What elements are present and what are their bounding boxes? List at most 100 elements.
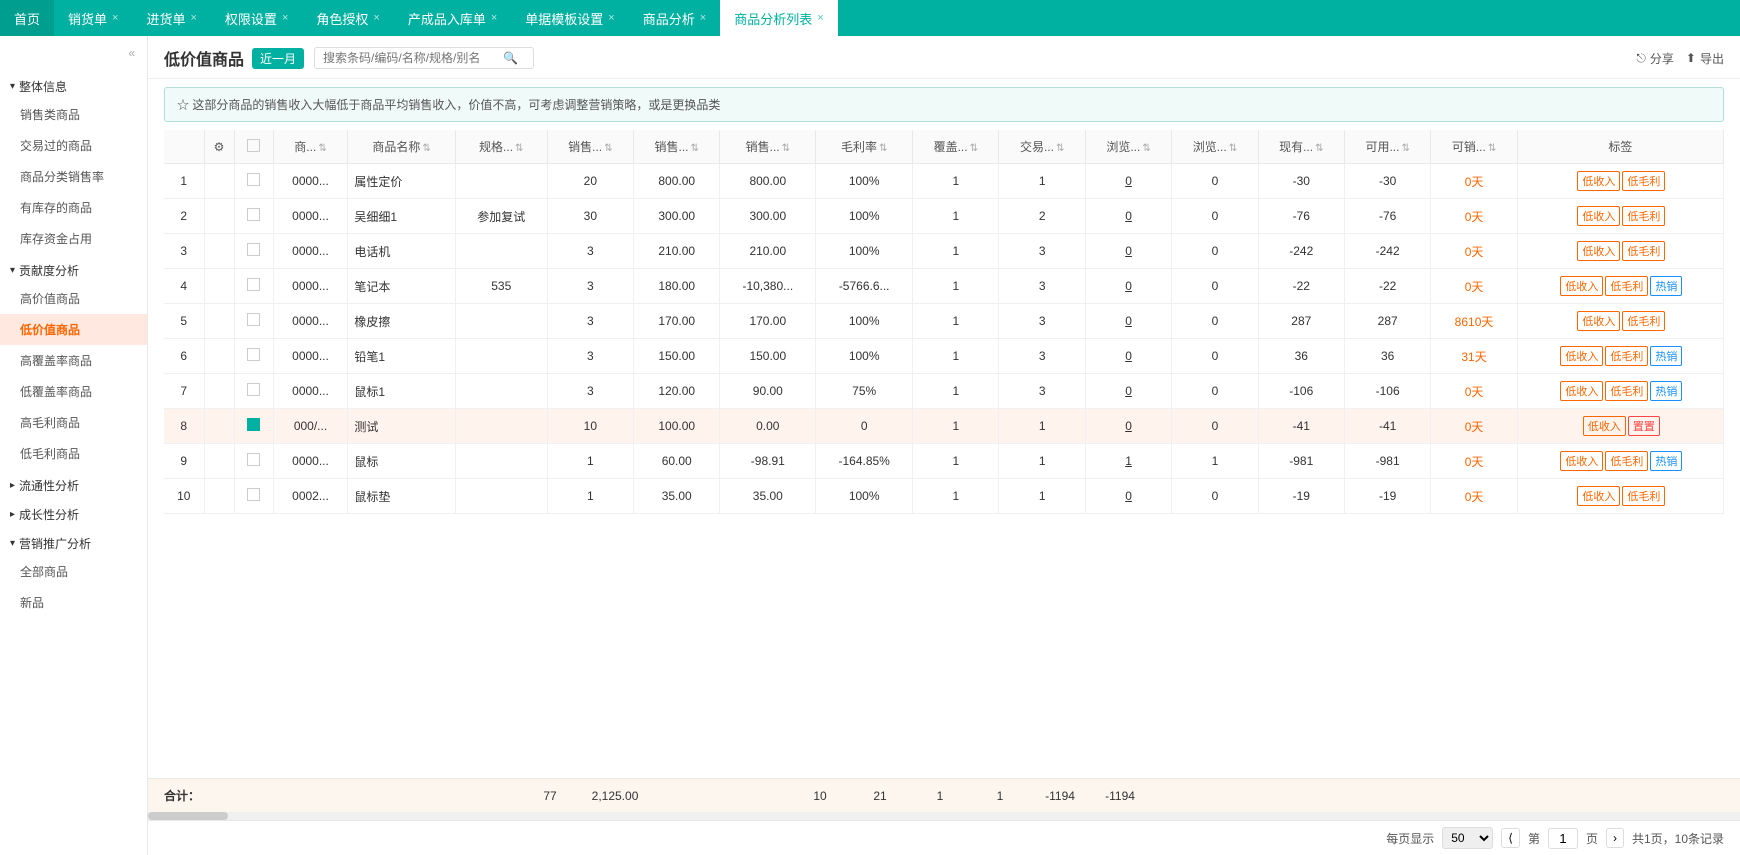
- row-checkbox[interactable]: [247, 418, 260, 431]
- sidebar-item-high-margin[interactable]: 高毛利商品: [0, 407, 147, 438]
- sidebar-collapse-btn[interactable]: «: [124, 42, 139, 64]
- nav-product-analysis[interactable]: 商品分析 ×: [629, 0, 720, 36]
- close-icon[interactable]: ×: [112, 12, 118, 24]
- cell-browse1[interactable]: 0: [1085, 409, 1171, 444]
- row-checkbox[interactable]: [247, 208, 260, 221]
- search-icon[interactable]: 🔍: [503, 51, 518, 65]
- row-checkbox[interactable]: [247, 313, 260, 326]
- sidebar-item-sales-goods[interactable]: 销售类商品: [0, 99, 147, 130]
- sidebar-group-marketing[interactable]: ▾ 营销推广分析: [0, 527, 147, 556]
- th-sales-amount[interactable]: 销售...⇅: [720, 130, 816, 164]
- sidebar-group-contribution[interactable]: ▾ 贡献度分析: [0, 254, 147, 283]
- cell-checkbox[interactable]: [234, 339, 273, 374]
- cell-browse1[interactable]: 0: [1085, 339, 1171, 374]
- sidebar-item-new-goods[interactable]: 新品: [0, 587, 147, 618]
- cell-checkbox[interactable]: [234, 479, 273, 514]
- cell-checkbox[interactable]: [234, 164, 273, 199]
- row-checkbox[interactable]: [247, 278, 260, 291]
- nav-template-settings[interactable]: 单据模板设置 ×: [511, 0, 628, 36]
- sidebar-item-low-margin[interactable]: 低毛利商品: [0, 438, 147, 469]
- th-current[interactable]: 现有...⇅: [1258, 130, 1344, 164]
- nav-purchase[interactable]: 进货单 ×: [132, 0, 210, 36]
- cell-browse1[interactable]: 0: [1085, 479, 1171, 514]
- cell-browse1[interactable]: 0: [1085, 234, 1171, 269]
- export-button[interactable]: ⬆ 导出: [1686, 50, 1724, 67]
- cell-checkbox[interactable]: [234, 409, 273, 444]
- cell-checkbox[interactable]: [234, 374, 273, 409]
- row-checkbox[interactable]: [247, 383, 260, 396]
- sidebar-item-high-value[interactable]: 高价值商品: [0, 283, 147, 314]
- next-page-btn[interactable]: ›: [1606, 828, 1624, 848]
- th-sellable[interactable]: 可销...⇅: [1431, 130, 1517, 164]
- cell-browse1[interactable]: 0: [1085, 199, 1171, 234]
- cell-checkbox[interactable]: [234, 269, 273, 304]
- close-icon[interactable]: ×: [190, 12, 196, 24]
- scrollbar-thumb[interactable]: [148, 812, 228, 820]
- sidebar-group-overall[interactable]: ▾ 整体信息: [0, 70, 147, 99]
- th-name[interactable]: 商品名称⇅: [348, 130, 455, 164]
- sidebar-item-traded-goods[interactable]: 交易过的商品: [0, 130, 147, 161]
- nav-product-analysis-list[interactable]: 商品分析列表 ×: [720, 0, 837, 36]
- th-code[interactable]: 商...⇅: [273, 130, 348, 164]
- sidebar-item-stock-capital[interactable]: 库存资金占用: [0, 223, 147, 254]
- th-available[interactable]: 可用...⇅: [1344, 130, 1430, 164]
- sidebar-item-high-coverage[interactable]: 高覆盖率商品: [0, 345, 147, 376]
- first-page-btn[interactable]: ⟨: [1501, 828, 1520, 848]
- sidebar-item-all-goods[interactable]: 全部商品: [0, 556, 147, 587]
- sidebar-group-liquidity[interactable]: ▸ 流通性分析: [0, 469, 147, 498]
- row-checkbox[interactable]: [247, 243, 260, 256]
- filter-tag-month[interactable]: 近一月: [252, 48, 304, 69]
- th-spec[interactable]: 规格...⇅: [455, 130, 547, 164]
- cell-browse1[interactable]: 1: [1085, 444, 1171, 479]
- th-coverage[interactable]: 覆盖...⇅: [913, 130, 999, 164]
- cell-num: 1: [164, 164, 204, 199]
- nav-home[interactable]: 首页: [0, 0, 54, 36]
- search-input[interactable]: [323, 51, 503, 65]
- cell-transaction: 3: [999, 304, 1085, 339]
- horizontal-scrollbar[interactable]: [148, 812, 1740, 820]
- row-checkbox[interactable]: [247, 173, 260, 186]
- close-icon[interactable]: ×: [373, 12, 379, 24]
- sidebar-group-growth[interactable]: ▸ 成长性分析: [0, 498, 147, 527]
- nav-role-auth[interactable]: 角色授权 ×: [302, 0, 393, 36]
- select-all-checkbox[interactable]: [247, 139, 260, 152]
- nav-permission[interactable]: 权限设置 ×: [211, 0, 302, 36]
- row-checkbox[interactable]: [247, 488, 260, 501]
- th-browse1[interactable]: 浏览...⇅: [1085, 130, 1171, 164]
- close-icon[interactable]: ×: [608, 12, 614, 24]
- close-icon[interactable]: ×: [282, 12, 288, 24]
- sidebar-item-category-rate[interactable]: 商品分类销售率: [0, 161, 147, 192]
- close-icon[interactable]: ×: [700, 12, 706, 24]
- cell-browse1[interactable]: 0: [1085, 269, 1171, 304]
- cell-browse1[interactable]: 0: [1085, 304, 1171, 339]
- sidebar-item-stock-goods[interactable]: 有库存的商品: [0, 192, 147, 223]
- th-transaction[interactable]: 交易...⇅: [999, 130, 1085, 164]
- page-input[interactable]: [1548, 828, 1578, 849]
- cell-code: 0000...: [273, 304, 348, 339]
- cell-coverage: 1: [913, 374, 999, 409]
- share-button[interactable]: ⎋ 分享: [1636, 50, 1674, 67]
- table-row: 8000/...测试10100.000.0001100-41-410天低收入置置: [164, 409, 1724, 444]
- close-icon[interactable]: ×: [491, 12, 497, 24]
- th-sales-qty[interactable]: 销售...⇅: [547, 130, 633, 164]
- page-size-select[interactable]: 50 100: [1442, 827, 1493, 849]
- row-checkbox[interactable]: [247, 453, 260, 466]
- th-sales-price[interactable]: 销售...⇅: [634, 130, 720, 164]
- th-margin[interactable]: 毛利率⇅: [816, 130, 913, 164]
- cell-checkbox[interactable]: [234, 234, 273, 269]
- cell-checkbox[interactable]: [234, 199, 273, 234]
- gear-icon[interactable]: ⚙: [214, 140, 225, 154]
- th-browse2[interactable]: 浏览...⇅: [1172, 130, 1258, 164]
- sidebar-item-low-coverage[interactable]: 低覆盖率商品: [0, 376, 147, 407]
- cell-browse1[interactable]: 0: [1085, 374, 1171, 409]
- table-wrap: ⚙ 商...⇅ 商品名称⇅ 规格...⇅ 销售...⇅ 销售...⇅ 销售...…: [148, 130, 1740, 778]
- cell-browse1[interactable]: 0: [1085, 164, 1171, 199]
- row-checkbox[interactable]: [247, 348, 260, 361]
- cell-transaction: 1: [999, 409, 1085, 444]
- sidebar-item-low-value[interactable]: 低价值商品: [0, 314, 147, 345]
- close-icon[interactable]: ×: [817, 12, 823, 24]
- cell-checkbox[interactable]: [234, 444, 273, 479]
- nav-sales-order[interactable]: 销货单 ×: [54, 0, 132, 36]
- cell-checkbox[interactable]: [234, 304, 273, 339]
- nav-product-inbound[interactable]: 产成品入库单 ×: [394, 0, 511, 36]
